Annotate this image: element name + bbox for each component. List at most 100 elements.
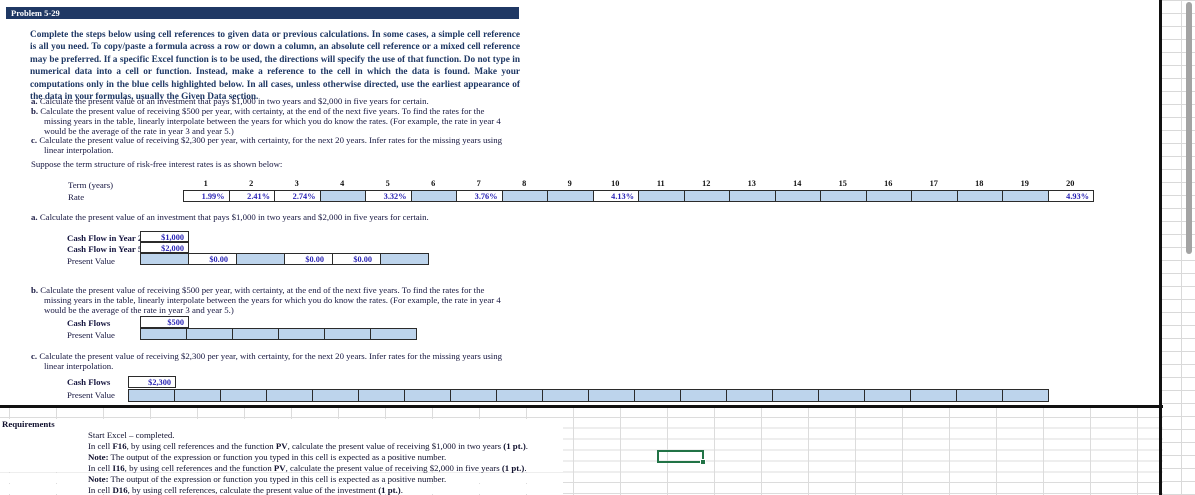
section-c-pv-cell-13[interactable]	[680, 388, 727, 402]
section-b-pv-cell-3[interactable]	[232, 328, 279, 340]
rate-cell-year-2: 2.41%	[228, 190, 275, 202]
requirement-note-2: Note: The output of the expression or fu…	[88, 452, 708, 462]
rate-cell-year-6[interactable]	[410, 190, 457, 202]
rate-cell-year-4[interactable]	[319, 190, 366, 202]
section-c-pv-cell-14[interactable]	[726, 388, 773, 402]
requirement-note-2-segment: The output of the expression or function…	[108, 452, 447, 463]
requirement-text-4: In cell D16, by using cell references, c…	[88, 485, 708, 495]
term-structure-intro: Suppose the term structure of risk-free …	[31, 159, 283, 169]
requirement-text-3-segment: I16	[112, 463, 125, 474]
requirement-note-3-segment: Note:	[88, 474, 109, 484]
section-c-cash-label: Cash Flows	[67, 377, 111, 387]
term-year-11: 11	[656, 179, 665, 188]
section-c-pv-cell-6[interactable]	[358, 388, 405, 402]
requirement-text-3-segment: PV	[273, 463, 286, 474]
selection-fill-handle[interactable]	[700, 459, 706, 465]
rate-cell-year-12[interactable]	[683, 190, 730, 202]
rate-cell-year-14[interactable]	[774, 190, 821, 202]
section-b-pv-cell-1[interactable]	[140, 328, 187, 340]
rate-cell-year-1: 1.99%	[183, 190, 230, 202]
section-a-pv-cell-4: $0.00	[284, 253, 333, 265]
section-b-heading-text: Calculate the present value of receiving…	[40, 285, 501, 315]
term-year-17: 17	[929, 179, 938, 188]
section-b-pv-label: Present Value	[67, 330, 115, 340]
rate-cell-year-8[interactable]	[501, 190, 548, 202]
vertical-scrollbar-thumb[interactable]	[1186, 2, 1192, 254]
section-c-pv-cell-11[interactable]	[588, 388, 635, 402]
rate-cell-year-18[interactable]	[956, 190, 1003, 202]
requirement-text-4-segment: (1 pt.)	[378, 484, 401, 495]
term-year-13: 13	[747, 179, 756, 188]
section-c-pv-cell-1[interactable]	[128, 388, 175, 402]
rate-cell-year-19[interactable]	[1002, 190, 1049, 202]
section-c-pv-cell-7[interactable]	[404, 388, 451, 402]
rate-cell-year-11[interactable]	[638, 190, 685, 202]
section-b-pv-cell-2[interactable]	[186, 328, 233, 340]
section-b-heading-label: b.	[31, 285, 39, 295]
requirement-note-3: Note: The output of the expression or fu…	[88, 474, 708, 484]
rate-cell-year-5: 3.32%	[365, 190, 412, 202]
section-c-pv-cell-16[interactable]	[818, 388, 865, 402]
term-year-10: 10	[611, 179, 620, 188]
rate-cell-year-10: 4.13%	[592, 190, 639, 202]
term-year-7: 7	[476, 179, 481, 188]
section-c-pv-cell-3[interactable]	[220, 388, 267, 402]
section-a-pv-cell-2: $0.00	[188, 253, 237, 265]
selected-cell-outline[interactable]	[657, 450, 704, 463]
instructions-paragraph: Complete the steps below using cell refe…	[30, 30, 520, 103]
requirement-text-1-segment: Start Excel – completed.	[88, 430, 175, 441]
term-year-16: 16	[884, 179, 893, 188]
term-year-14: 14	[793, 179, 802, 188]
rate-cell-year-17[interactable]	[911, 190, 958, 202]
section-c-heading: c. Calculate the present value of receiv…	[31, 351, 513, 371]
term-years-label: Term (years)	[68, 180, 114, 190]
requirement-text-2-segment: (1 pt.)	[503, 441, 526, 452]
section-c-pv-cell-9[interactable]	[496, 388, 543, 402]
section-c-heading-text: Calculate the present value of receiving…	[39, 351, 503, 371]
requirement-text-2-segment: F16	[112, 441, 127, 452]
section-c-pv-cell-17[interactable]	[864, 388, 911, 402]
requirement-text-3-segment: .	[524, 463, 527, 474]
term-year-15: 15	[838, 179, 847, 188]
rate-cell-year-20: 4.93%	[1047, 190, 1094, 202]
rate-cell-year-16[interactable]	[865, 190, 912, 202]
section-c-pv-cell-19[interactable]	[956, 388, 1003, 402]
section-c-pv-cell-18[interactable]	[910, 388, 957, 402]
section-c-pv-cell-10[interactable]	[542, 388, 589, 402]
rate-cell-year-13[interactable]	[729, 190, 776, 202]
section-b-pv-cell-6[interactable]	[370, 328, 417, 340]
term-year-18: 18	[975, 179, 984, 188]
section-c-pv-cell-12[interactable]	[634, 388, 681, 402]
task-b: b. Calculate the present value of receiv…	[31, 106, 513, 136]
task-b-label: b.	[31, 106, 39, 116]
section-c-heading-label: c.	[31, 351, 38, 361]
section-b-pv-cell-5[interactable]	[324, 328, 371, 340]
rate-cell-year-15[interactable]	[820, 190, 867, 202]
cash-flow-year2-cell: $1,000	[140, 230, 189, 242]
section-c-pv-cell-15[interactable]	[772, 388, 819, 402]
requirement-text-3-segment: , by using cell references and the funct…	[124, 463, 274, 474]
section-c-pv-cell-4[interactable]	[266, 388, 313, 402]
section-b-pv-cell-4[interactable]	[278, 328, 325, 340]
section-a-pv-cell-5: $0.00	[332, 253, 381, 265]
section-c-pv-cell-8[interactable]	[450, 388, 497, 402]
section-c-pv-cell-2[interactable]	[174, 388, 221, 402]
section-a-pv-cell-6[interactable]	[380, 253, 429, 265]
section-c-pv-cell-5[interactable]	[312, 388, 359, 402]
task-a-text: Calculate the present value of an invest…	[39, 96, 429, 106]
section-a-pv-cell-3[interactable]	[236, 253, 285, 265]
section-c-pv-cell-20[interactable]	[1002, 388, 1049, 402]
rate-cell-year-3: 2.74%	[274, 190, 321, 202]
requirement-text-2-segment: , by using cell references and the funct…	[126, 441, 276, 452]
section-a-heading-text: Calculate the present value of an invest…	[39, 212, 429, 222]
requirements-header-row-bg	[0, 418, 563, 429]
requirement-text-2-segment: .	[525, 441, 528, 452]
section-b-cash-cell: $500	[140, 316, 189, 328]
term-year-2: 2	[249, 179, 254, 188]
rate-cell-year-9[interactable]	[547, 190, 594, 202]
section-c-pv-label: Present Value	[67, 390, 115, 400]
section-b-cash-label: Cash Flows	[67, 318, 111, 328]
section-a-pv-cell-1[interactable]	[140, 253, 189, 265]
requirement-note-2-segment: Note:	[88, 452, 109, 463]
requirement-text-2-segment: PV	[275, 441, 288, 452]
